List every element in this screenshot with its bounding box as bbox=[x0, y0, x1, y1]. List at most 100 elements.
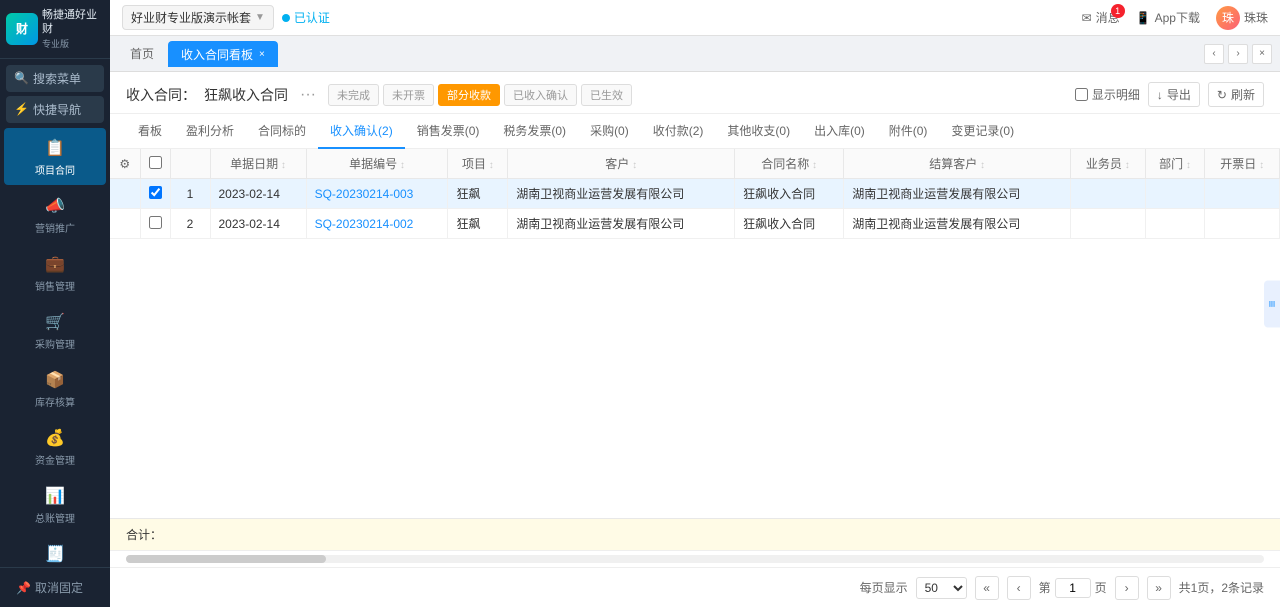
row-project: 狂飙 bbox=[448, 179, 508, 209]
status-incomplete[interactable]: 未完成 bbox=[328, 84, 379, 106]
select-all-checkbox[interactable] bbox=[149, 156, 162, 169]
pagination: 每页显示 50 20 100 « ‹ 第 页 › » 共1页，2条记录 bbox=[110, 567, 1280, 607]
column-header-contract[interactable]: 合同名称 bbox=[735, 149, 844, 179]
column-header-opendate[interactable]: 开票日 bbox=[1205, 149, 1280, 179]
subtab-profit[interactable]: 盈利分析 bbox=[174, 114, 246, 149]
row-checkbox[interactable] bbox=[149, 186, 162, 199]
subtab-purchase[interactable]: 采购(0) bbox=[578, 114, 641, 149]
table-row: 1 2023-02-14 SQ-20230214-003 狂飙 湖南卫视商业运营… bbox=[110, 179, 1280, 209]
scroll-track bbox=[126, 555, 1264, 563]
export-icon: ↓ bbox=[1157, 88, 1163, 102]
horizontal-scrollbar[interactable] bbox=[110, 550, 1280, 567]
prev-page-button[interactable]: ‹ bbox=[1007, 576, 1031, 600]
row-customer: 湖南卫视商业运营发展有限公司 bbox=[508, 209, 735, 239]
status-no-invoice[interactable]: 未开票 bbox=[383, 84, 434, 106]
sidebar-item-purchase[interactable]: 🛒 采购管理 bbox=[4, 302, 106, 359]
contract-more-button[interactable]: ··· bbox=[296, 86, 320, 104]
home-label: 首页 bbox=[130, 45, 154, 62]
app-download-button[interactable]: 📱 App下载 bbox=[1136, 9, 1200, 26]
status-confirmed[interactable]: 已收入确认 bbox=[504, 84, 577, 106]
row-checkbox-cell[interactable] bbox=[140, 209, 170, 239]
quick-nav-button[interactable]: ⚡ 快捷导航 bbox=[6, 96, 104, 123]
tab-prev-button[interactable]: ‹ bbox=[1204, 44, 1224, 64]
tab-next-button[interactable]: › bbox=[1228, 44, 1248, 64]
column-header-checkbox[interactable] bbox=[140, 149, 170, 179]
refresh-button[interactable]: ↻ 刷新 bbox=[1208, 82, 1264, 107]
tab-close-all-button[interactable]: × bbox=[1252, 44, 1272, 64]
subtab-sales-invoice[interactable]: 销售发票(0) bbox=[405, 114, 492, 149]
column-header-salesman[interactable]: 业务员 bbox=[1071, 149, 1146, 179]
page-info: 第 页 bbox=[1039, 578, 1107, 598]
pin-label: 取消固定 bbox=[35, 579, 83, 596]
subtab-tax-invoice[interactable]: 税务发票(0) bbox=[491, 114, 578, 149]
data-table: ⚙ 单据日期 单据编号 项目 客户 合同名称 结算客户 业务员 部门 bbox=[110, 149, 1280, 239]
sidebar-item-general[interactable]: 📊 总账管理 bbox=[4, 476, 106, 533]
column-header-project[interactable]: 项目 bbox=[448, 149, 508, 179]
inventory-icon: 📦 bbox=[43, 368, 67, 392]
show-detail-toggle[interactable]: 显示明细 bbox=[1075, 86, 1140, 103]
search-icon: 🔍 bbox=[14, 71, 29, 85]
status-partial[interactable]: 部分收款 bbox=[438, 84, 500, 106]
doc-link[interactable]: SQ-20230214-003 bbox=[315, 187, 414, 201]
settings-icon[interactable]: ⚙ bbox=[119, 157, 130, 171]
export-button[interactable]: ↓ 导出 bbox=[1148, 82, 1200, 107]
subtab-payment[interactable]: 收付款(2) bbox=[641, 114, 716, 149]
column-header-customer[interactable]: 客户 bbox=[508, 149, 735, 179]
status-active[interactable]: 已生效 bbox=[581, 84, 632, 106]
row-docno[interactable]: SQ-20230214-003 bbox=[306, 179, 448, 209]
sidebar-item-capital[interactable]: 💰 资金管理 bbox=[4, 418, 106, 475]
marketing-icon: 📣 bbox=[43, 194, 67, 218]
show-detail-checkbox[interactable] bbox=[1075, 88, 1088, 101]
row-checkbox-cell[interactable] bbox=[140, 179, 170, 209]
search-menu-button[interactable]: 🔍 搜索菜单 bbox=[6, 65, 104, 92]
right-panel-toggle[interactable]: ≡ bbox=[1264, 280, 1280, 327]
tab-close-button[interactable]: × bbox=[259, 49, 265, 60]
page-input[interactable] bbox=[1055, 578, 1091, 598]
row-settings[interactable] bbox=[110, 209, 140, 239]
sidebar-item-project[interactable]: 📋 项目合同 bbox=[4, 128, 106, 185]
row-opendate bbox=[1205, 209, 1280, 239]
subtab-attachment[interactable]: 附件(0) bbox=[877, 114, 940, 149]
sidebar: 财 畅捷通好业财 专业版 🔍 搜索菜单 ⚡ 快捷导航 📋 项目合同 📣 营销推广… bbox=[0, 0, 110, 607]
topbar: 好业财专业版演示帐套 ▼ 已认证 ✉ 消息 1 📱 App下载 珠 珠珠 bbox=[110, 0, 1280, 36]
active-tab-label: 收入合同看板 bbox=[181, 46, 253, 63]
table-container: ⚙ 单据日期 单据编号 项目 客户 合同名称 结算客户 业务员 部门 bbox=[110, 149, 1280, 518]
subtab-changes[interactable]: 变更记录(0) bbox=[939, 114, 1026, 149]
avatar: 珠 bbox=[1216, 6, 1240, 30]
home-tab[interactable]: 首页 bbox=[118, 41, 166, 66]
right-panel-icon: ≡ bbox=[1265, 300, 1279, 307]
sidebar-item-label: 采购管理 bbox=[35, 336, 75, 351]
logo-icon: 财 bbox=[6, 13, 38, 45]
sidebar-item-inventory[interactable]: 📦 库存核算 bbox=[4, 360, 106, 417]
first-page-button[interactable]: « bbox=[975, 576, 999, 600]
row-checkbox[interactable] bbox=[149, 216, 162, 229]
sidebar-item-invoice[interactable]: 🧾 发票管理 bbox=[4, 534, 106, 567]
column-header-department[interactable]: 部门 bbox=[1145, 149, 1205, 179]
row-docno[interactable]: SQ-20230214-002 bbox=[306, 209, 448, 239]
last-page-button[interactable]: » bbox=[1147, 576, 1171, 600]
sidebar-item-marketing[interactable]: 📣 营销推广 bbox=[4, 186, 106, 243]
subtab-other[interactable]: 其他收支(0) bbox=[715, 114, 802, 149]
user-avatar-button[interactable]: 珠 珠珠 bbox=[1216, 6, 1268, 30]
company-selector[interactable]: 好业财专业版演示帐套 ▼ bbox=[122, 5, 274, 30]
show-detail-label: 显示明细 bbox=[1092, 86, 1140, 103]
row-settings[interactable] bbox=[110, 179, 140, 209]
scroll-thumb[interactable] bbox=[126, 555, 326, 563]
subtab-warehouse[interactable]: 出入库(0) bbox=[802, 114, 877, 149]
column-header-date[interactable]: 单据日期 bbox=[210, 149, 306, 179]
column-header-docno[interactable]: 单据编号 bbox=[306, 149, 448, 179]
subtab-subject[interactable]: 合同标的 bbox=[246, 114, 318, 149]
subtab-kanban[interactable]: 看板 bbox=[126, 114, 174, 149]
column-header-settle[interactable]: 结算客户 bbox=[844, 149, 1071, 179]
page-suffix: 页 bbox=[1095, 579, 1107, 596]
message-button[interactable]: ✉ 消息 1 bbox=[1082, 9, 1120, 26]
subtab-revenue[interactable]: 收入确认(2) bbox=[318, 114, 405, 149]
column-header-settings[interactable]: ⚙ bbox=[110, 149, 140, 179]
sidebar-item-pin[interactable]: 📌 取消固定 bbox=[8, 575, 102, 600]
per-page-select[interactable]: 50 20 100 bbox=[916, 577, 967, 599]
active-tab[interactable]: 收入合同看板 × bbox=[168, 41, 278, 67]
doc-link[interactable]: SQ-20230214-002 bbox=[315, 217, 414, 231]
sidebar-menu: 📋 项目合同 📣 营销推广 💼 销售管理 🛒 采购管理 📦 库存核算 💰 资金管… bbox=[0, 127, 110, 567]
sidebar-item-sales[interactable]: 💼 销售管理 bbox=[4, 244, 106, 301]
next-page-button[interactable]: › bbox=[1115, 576, 1139, 600]
